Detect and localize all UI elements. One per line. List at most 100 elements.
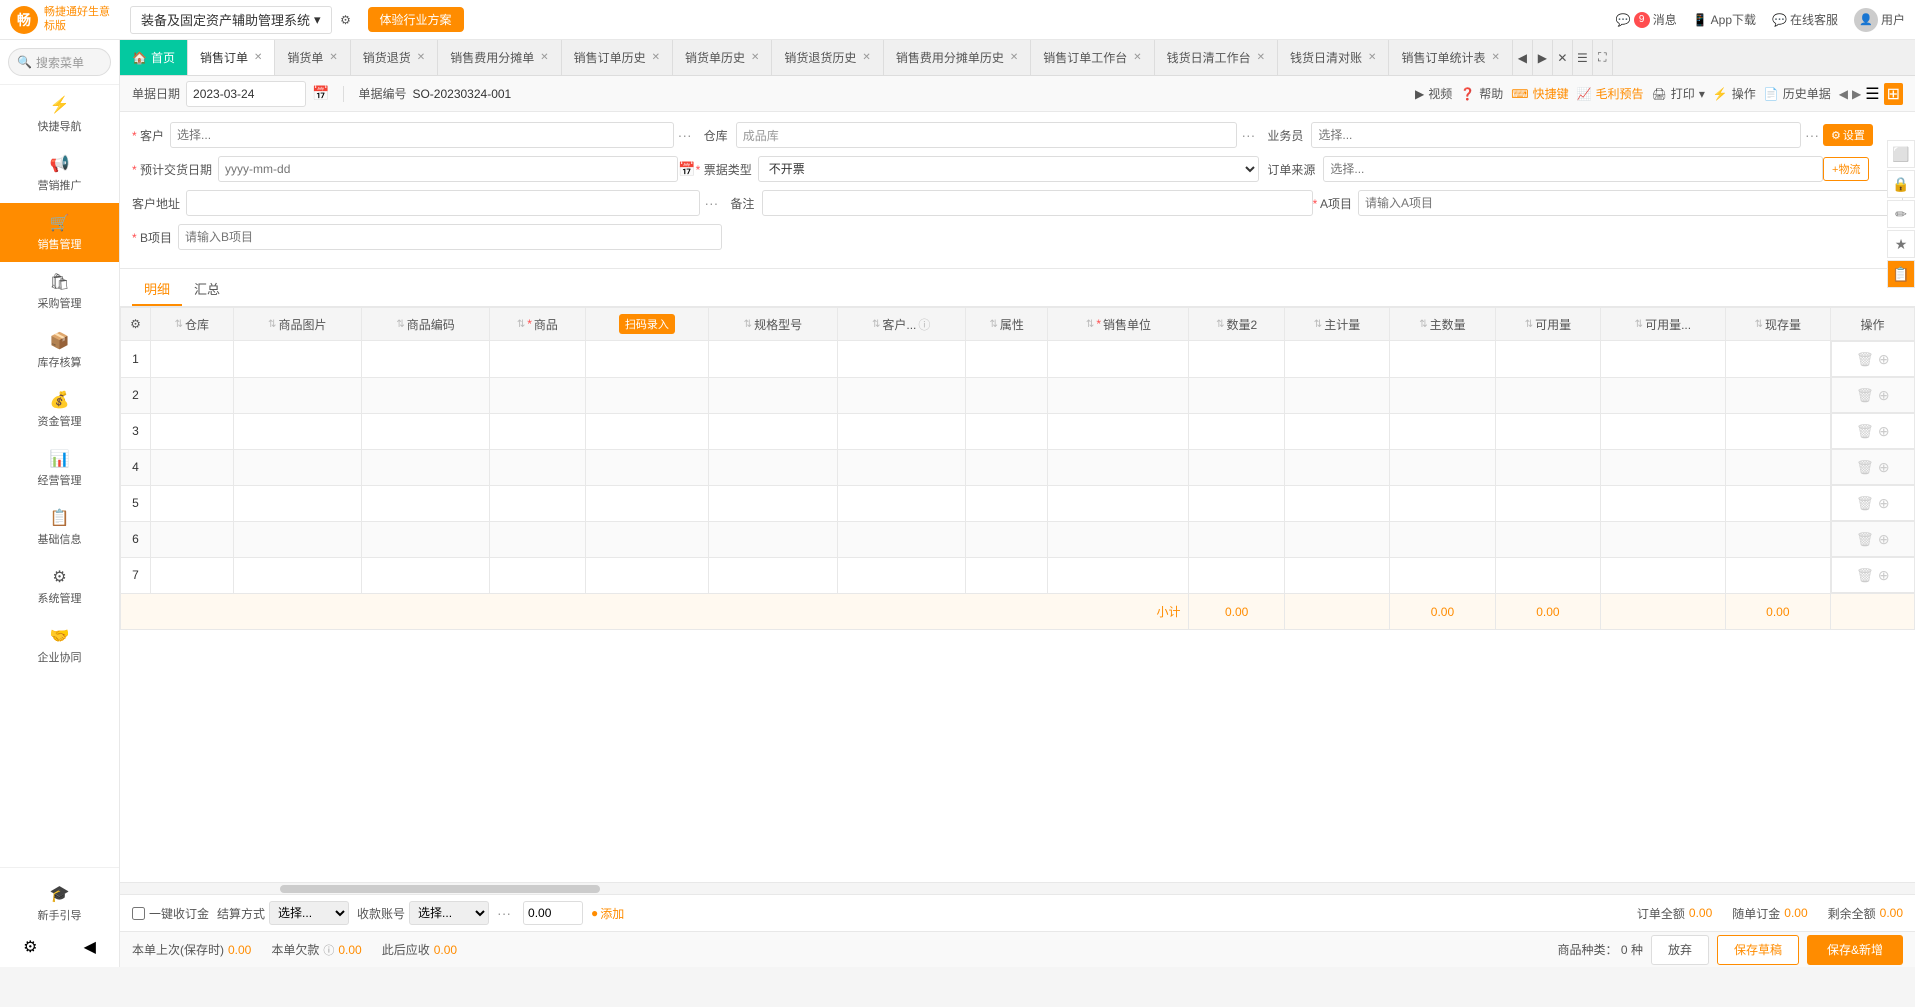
cell-spec[interactable] [709, 341, 837, 378]
cell-image[interactable] [233, 341, 361, 378]
tab-sales-fee-history[interactable]: 销售费用分摊单历史 ✕ [884, 40, 1031, 76]
cell-available[interactable] [1495, 521, 1600, 557]
cell-current-stock[interactable] [1725, 521, 1830, 557]
tab-home[interactable]: 🏠 首页 [120, 40, 188, 76]
customer-input[interactable] [170, 122, 674, 148]
sidebar-item-purchase[interactable]: 🛍 采购管理 [0, 262, 119, 321]
sort-available-more[interactable]: ⇅ [1635, 319, 1643, 330]
cell-warehouse[interactable] [151, 521, 234, 557]
tab-sales-refund[interactable]: 销货退货 ✕ [351, 40, 438, 76]
row-copy-icon[interactable]: ⊕ [1878, 387, 1890, 404]
cell-product[interactable] [490, 413, 585, 449]
warehouse-dots[interactable]: ··· [1237, 127, 1259, 143]
tab-sales-order-history[interactable]: 销售订单历史 ✕ [562, 40, 673, 76]
sidebar-item-sales[interactable]: 🛒 销售管理 [0, 203, 119, 262]
sort-customer-code[interactable]: ⇅ [872, 319, 880, 330]
sidebar-item-guide[interactable]: 🎓 新手引导 [0, 874, 119, 933]
system-title[interactable]: 装备及固定资产辅助管理系统 ▾ [130, 6, 332, 34]
invoice-select[interactable]: 不开票 [758, 156, 1260, 182]
cell-main-unit[interactable] [1284, 341, 1389, 378]
right-panel-btn-1[interactable]: ⬜ [1887, 140, 1915, 168]
cell-customer-code[interactable] [837, 485, 965, 521]
sidebar-item-inventory[interactable]: 📦 库存核算 [0, 321, 119, 380]
settings-icon[interactable]: ⚙ [332, 6, 360, 34]
right-panel-btn-3[interactable]: ✏ [1887, 200, 1915, 228]
cell-attribute[interactable] [965, 557, 1048, 594]
delivery-calendar-icon[interactable]: 📅 [678, 161, 695, 178]
tab-detail[interactable]: 明细 [132, 275, 182, 306]
help-btn[interactable]: ❓ 帮助 [1460, 85, 1503, 102]
cell-spec[interactable] [709, 377, 837, 413]
sort-main-unit[interactable]: ⇅ [1314, 319, 1322, 330]
cell-main-qty[interactable] [1390, 377, 1495, 413]
cell-available[interactable] [1495, 449, 1600, 485]
cell-main-qty[interactable] [1390, 449, 1495, 485]
row-delete-icon[interactable]: 🗑 [1856, 459, 1874, 476]
remark-input[interactable] [762, 190, 1312, 216]
row-copy-icon[interactable]: ⊕ [1878, 531, 1890, 548]
cell-image[interactable] [233, 485, 361, 521]
account-select[interactable]: 选择... [409, 901, 489, 925]
cell-qty2[interactable] [1189, 557, 1284, 594]
tab-nav-next[interactable]: ▶ [1533, 40, 1553, 76]
cell-available[interactable] [1495, 341, 1600, 378]
cell-available-more[interactable] [1601, 449, 1725, 485]
cell-main-unit[interactable] [1284, 485, 1389, 521]
sidebar-settings-btn[interactable]: ⚙ [23, 937, 37, 957]
cell-main-qty[interactable] [1390, 557, 1495, 594]
row-copy-icon[interactable]: ⊕ [1878, 459, 1890, 476]
row-delete-icon[interactable]: 🗑 [1856, 531, 1874, 548]
save-new-btn[interactable]: 保存&新增 [1807, 935, 1903, 965]
tab-sales-order-workbench[interactable]: 销售订单工作台 ✕ [1031, 40, 1154, 76]
cell-main-unit[interactable] [1284, 557, 1389, 594]
cell-current-stock[interactable] [1725, 557, 1830, 594]
profit-btn[interactable]: 📈 毛利预告 [1577, 85, 1644, 102]
cell-product[interactable] [490, 521, 585, 557]
tab-close-order-workbench[interactable]: ✕ [1133, 52, 1141, 63]
account-dots[interactable]: ··· [493, 905, 515, 921]
tab-close-sales-order[interactable]: ✕ [254, 52, 262, 63]
industry-btn[interactable]: 体验行业方案 [368, 7, 464, 32]
tab-close-cash-reconcile[interactable]: ✕ [1368, 52, 1376, 63]
cell-sales-unit[interactable] [1048, 341, 1189, 378]
tab-sales-fee-split[interactable]: 销售费用分摊单 ✕ [438, 40, 561, 76]
delivery-input[interactable] [218, 156, 678, 182]
cell-warehouse[interactable] [151, 413, 234, 449]
tab-close-sales-stats[interactable]: ✕ [1491, 52, 1499, 63]
tab-close-order-history[interactable]: ✕ [652, 52, 660, 63]
cell-current-stock[interactable] [1725, 377, 1830, 413]
payment-select[interactable]: 选择... [269, 901, 349, 925]
cell-customer-code[interactable] [837, 413, 965, 449]
view-nav-next[interactable]: ▶ [1852, 87, 1861, 101]
tab-close-sales-return[interactable]: ✕ [329, 52, 337, 63]
sort-warehouse[interactable]: ⇅ [175, 319, 183, 330]
scan-btn[interactable]: 扫码录入 [619, 314, 675, 334]
tab-summary[interactable]: 汇总 [182, 275, 232, 306]
one-click-checkbox[interactable] [132, 907, 145, 920]
cell-spec[interactable] [709, 413, 837, 449]
tab-close-cash-workbench[interactable]: ✕ [1257, 52, 1265, 63]
tab-nav-close-all[interactable]: ✕ [1553, 40, 1573, 76]
cell-main-qty[interactable] [1390, 485, 1495, 521]
cell-image[interactable] [233, 557, 361, 594]
view-grid-icon[interactable]: ⊞ [1884, 83, 1903, 105]
print-btn[interactable]: 🖨 打印 ▾ [1652, 85, 1705, 102]
sort-spec[interactable]: ⇅ [744, 319, 752, 330]
row-copy-icon[interactable]: ⊕ [1878, 567, 1890, 584]
cell-available-more[interactable] [1601, 485, 1725, 521]
tab-nav-prev[interactable]: ◀ [1513, 40, 1533, 76]
cell-available-more[interactable] [1601, 377, 1725, 413]
cell-warehouse[interactable] [151, 449, 234, 485]
sort-qty2[interactable]: ⇅ [1216, 319, 1224, 330]
cell-available[interactable] [1495, 377, 1600, 413]
cell-current-stock[interactable] [1725, 341, 1830, 378]
cell-sales-unit[interactable] [1048, 557, 1189, 594]
warehouse-input[interactable] [736, 122, 1238, 148]
cell-available-more[interactable] [1601, 341, 1725, 378]
cell-available[interactable] [1495, 413, 1600, 449]
cell-available[interactable] [1495, 557, 1600, 594]
staff-input[interactable] [1311, 122, 1801, 148]
cell-attribute[interactable] [965, 413, 1048, 449]
tab-sales-order[interactable]: 销售订单 ✕ [188, 40, 275, 76]
row-delete-icon[interactable]: 🗑 [1856, 495, 1874, 512]
